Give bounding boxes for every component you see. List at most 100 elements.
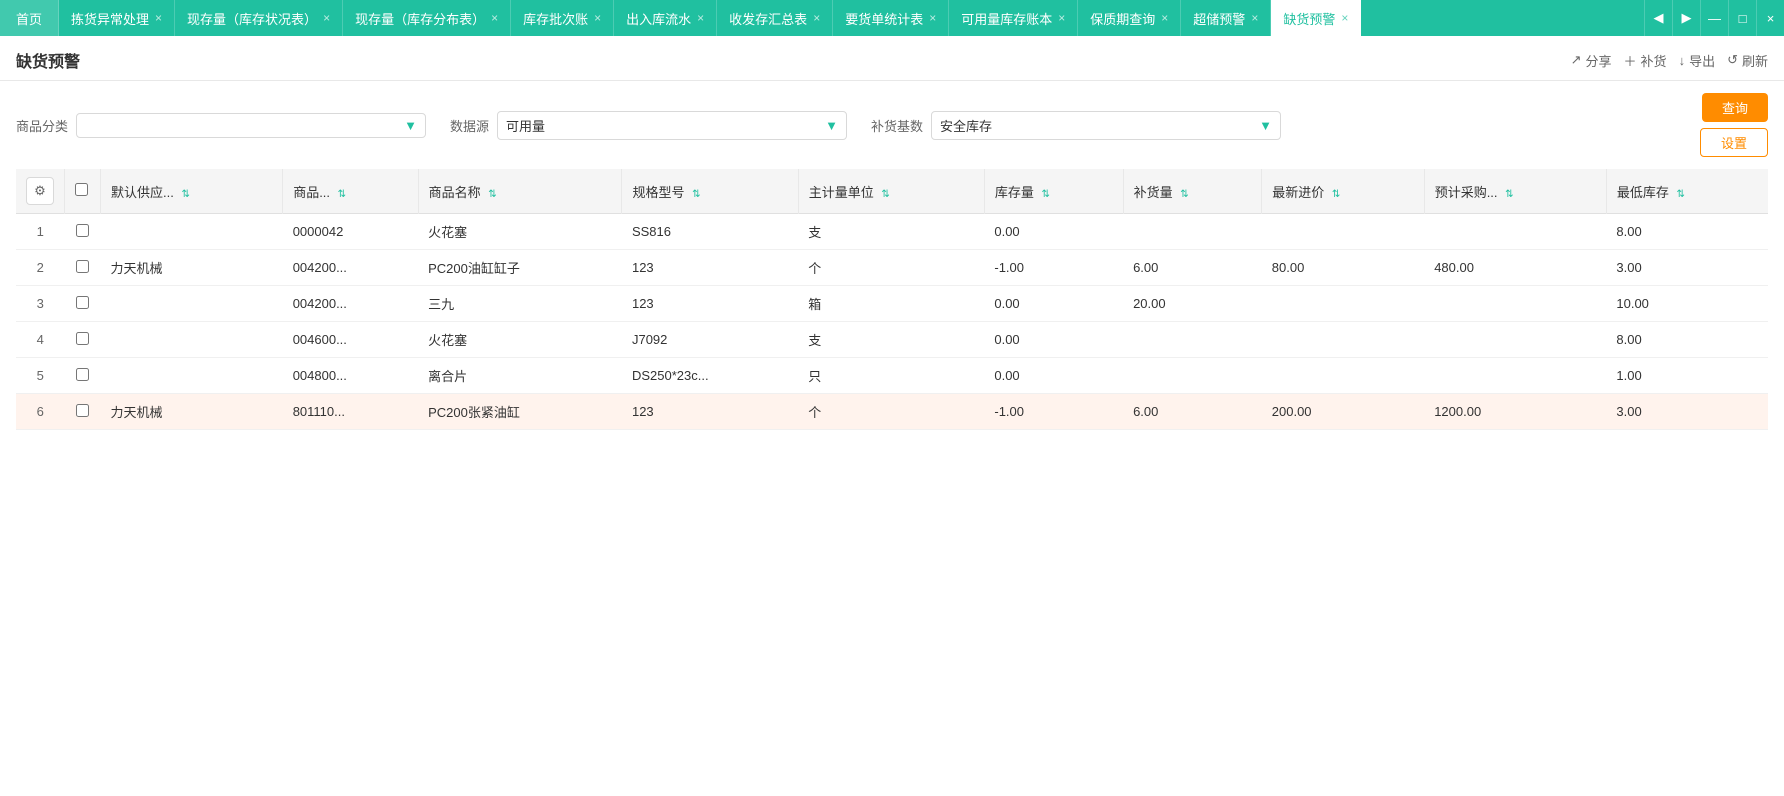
tab-expiry-close[interactable]: × <box>1161 11 1168 25</box>
tab-order[interactable]: 要货单统计表 × <box>833 0 949 36</box>
table-container: ⚙ 默认供应... ⇅ 商品... ⇅ 商品名称 ⇅ <box>0 169 1784 430</box>
tab-shortage[interactable]: 缺货预警 × <box>1271 0 1361 36</box>
tab-inout[interactable]: 出入库流水 × <box>614 0 717 36</box>
tab-maximize[interactable]: □ <box>1728 0 1756 36</box>
table-header-row: ⚙ 默认供应... ⇅ 商品... ⇅ 商品名称 ⇅ <box>16 169 1768 214</box>
tab-overstock[interactable]: 超储预警 × <box>1181 0 1271 36</box>
tab-stock-dist-label: 现存量（库存分布表） <box>355 9 485 28</box>
tab-expiry[interactable]: 保质期查询 × <box>1078 0 1181 36</box>
table-gear-btn[interactable]: ⚙ <box>26 177 54 205</box>
row-checkbox[interactable] <box>76 404 89 417</box>
tab-stock-status-close[interactable]: × <box>323 11 330 25</box>
datasource-select[interactable]: 可用量 ▼ <box>497 111 847 140</box>
tab-shortage-close[interactable]: × <box>1341 11 1348 25</box>
replenish-label: 补货基数 <box>871 116 923 135</box>
category-filter-group: 商品分类 ▼ <box>16 113 426 138</box>
row-est-purchase <box>1424 286 1606 322</box>
datasource-label: 数据源 <box>450 116 489 135</box>
row-supplier <box>101 286 283 322</box>
row-unit: 个 <box>798 250 984 286</box>
col-stock[interactable]: 库存量 ⇅ <box>984 169 1123 214</box>
select-all-checkbox[interactable] <box>75 183 88 196</box>
col-spec[interactable]: 规格型号 ⇅ <box>622 169 798 214</box>
tab-home-label: 首页 <box>16 9 42 28</box>
replenish-filter-group: 补货基数 安全库存 ▼ <box>871 111 1281 140</box>
row-spec: SS816 <box>622 214 798 250</box>
tab-overstock-close[interactable]: × <box>1251 11 1258 25</box>
row-supplier <box>101 322 283 358</box>
tab-available-close[interactable]: × <box>1058 11 1065 25</box>
row-checkbox[interactable] <box>76 332 89 345</box>
row-min-stock: 8.00 <box>1606 322 1768 358</box>
tab-available[interactable]: 可用量库存账本 × <box>949 0 1078 36</box>
tab-scroll-left[interactable]: ◀ <box>1644 0 1672 36</box>
row-checkbox[interactable] <box>76 260 89 273</box>
col-supplier[interactable]: 默认供应... ⇅ <box>101 169 283 214</box>
sort-stock-icon: ⇅ <box>1042 189 1050 200</box>
sort-product-code-icon: ⇅ <box>338 189 346 200</box>
tab-shortage-label: 缺货预警 <box>1283 9 1335 28</box>
share-button[interactable]: ↗ 分享 <box>1571 51 1612 70</box>
row-checkbox[interactable] <box>76 368 89 381</box>
refresh-button[interactable]: ↺ 刷新 <box>1727 51 1768 70</box>
row-min-stock: 1.00 <box>1606 358 1768 394</box>
datasource-filter-group: 数据源 可用量 ▼ <box>450 111 847 140</box>
export-label: 导出 <box>1689 51 1715 70</box>
tab-summary-label: 收发存汇总表 <box>729 9 807 28</box>
replenish-select[interactable]: 安全库存 ▼ <box>931 111 1281 140</box>
tab-pick-error-close[interactable]: × <box>155 11 162 25</box>
col-est-purchase[interactable]: 预计采购... ⇅ <box>1424 169 1606 214</box>
col-latest-price[interactable]: 最新进价 ⇅ <box>1262 169 1424 214</box>
tab-order-close[interactable]: × <box>929 11 936 25</box>
row-supplier <box>101 214 283 250</box>
settings-button[interactable]: 设置 <box>1700 128 1768 157</box>
replenish-button[interactable]: ＋ 补货 <box>1624 51 1667 70</box>
tab-batch[interactable]: 库存批次账 × <box>511 0 614 36</box>
row-replenish-qty <box>1123 322 1262 358</box>
table-row: 2 力天机械 004200... PC200油缸缸子 123 个 -1.00 6… <box>16 250 1768 286</box>
tab-minimize[interactable]: — <box>1700 0 1728 36</box>
row-num: 2 <box>16 250 65 286</box>
sort-supplier-icon: ⇅ <box>181 189 189 200</box>
query-button[interactable]: 查询 <box>1702 93 1768 122</box>
col-product-name[interactable]: 商品名称 ⇅ <box>418 169 622 214</box>
header-actions: ↗ 分享 ＋ 补货 ↓ 导出 ↺ 刷新 <box>1571 51 1768 70</box>
row-spec: J7092 <box>622 322 798 358</box>
tab-batch-close[interactable]: × <box>594 11 601 25</box>
tab-stock-status[interactable]: 现存量（库存状况表） × <box>175 0 343 36</box>
page-title: 缺货预警 <box>16 48 80 72</box>
col-min-stock[interactable]: 最低库存 ⇅ <box>1606 169 1768 214</box>
tab-summary[interactable]: 收发存汇总表 × <box>717 0 833 36</box>
col-product-code[interactable]: 商品... ⇅ <box>283 169 418 214</box>
col-gear: ⚙ <box>16 169 65 214</box>
row-unit: 支 <box>798 214 984 250</box>
row-latest-price: 200.00 <box>1262 394 1424 430</box>
export-button[interactable]: ↓ 导出 <box>1679 51 1716 70</box>
category-select[interactable]: ▼ <box>76 113 426 138</box>
row-product-code: 004200... <box>283 286 418 322</box>
col-replenish-qty[interactable]: 补货量 ⇅ <box>1123 169 1262 214</box>
row-replenish-qty: 6.00 <box>1123 250 1262 286</box>
tab-summary-close[interactable]: × <box>813 11 820 25</box>
tab-close-window[interactable]: × <box>1756 0 1784 36</box>
row-num: 3 <box>16 286 65 322</box>
col-product-code-label: 商品... <box>293 185 330 200</box>
row-unit: 支 <box>798 322 984 358</box>
row-min-stock: 3.00 <box>1606 250 1768 286</box>
tab-bar: 首页 拣货异常处理 × 现存量（库存状况表） × 现存量（库存分布表） × 库存… <box>0 0 1784 36</box>
row-spec: 123 <box>622 394 798 430</box>
tab-scroll-right[interactable]: ▶ <box>1672 0 1700 36</box>
tab-home[interactable]: 首页 <box>0 0 59 36</box>
row-unit: 箱 <box>798 286 984 322</box>
tab-stock-dist[interactable]: 现存量（库存分布表） × <box>343 0 511 36</box>
row-stock: -1.00 <box>984 250 1123 286</box>
tab-stock-dist-close[interactable]: × <box>491 11 498 25</box>
row-checkbox[interactable] <box>76 296 89 309</box>
tab-pick-error[interactable]: 拣货异常处理 × <box>59 0 175 36</box>
tab-inout-close[interactable]: × <box>697 11 704 25</box>
col-unit[interactable]: 主计量单位 ⇅ <box>798 169 984 214</box>
row-checkbox[interactable] <box>76 224 89 237</box>
row-product-name: 火花塞 <box>418 214 622 250</box>
col-supplier-label: 默认供应... <box>111 185 174 200</box>
tab-order-label: 要货单统计表 <box>845 9 923 28</box>
